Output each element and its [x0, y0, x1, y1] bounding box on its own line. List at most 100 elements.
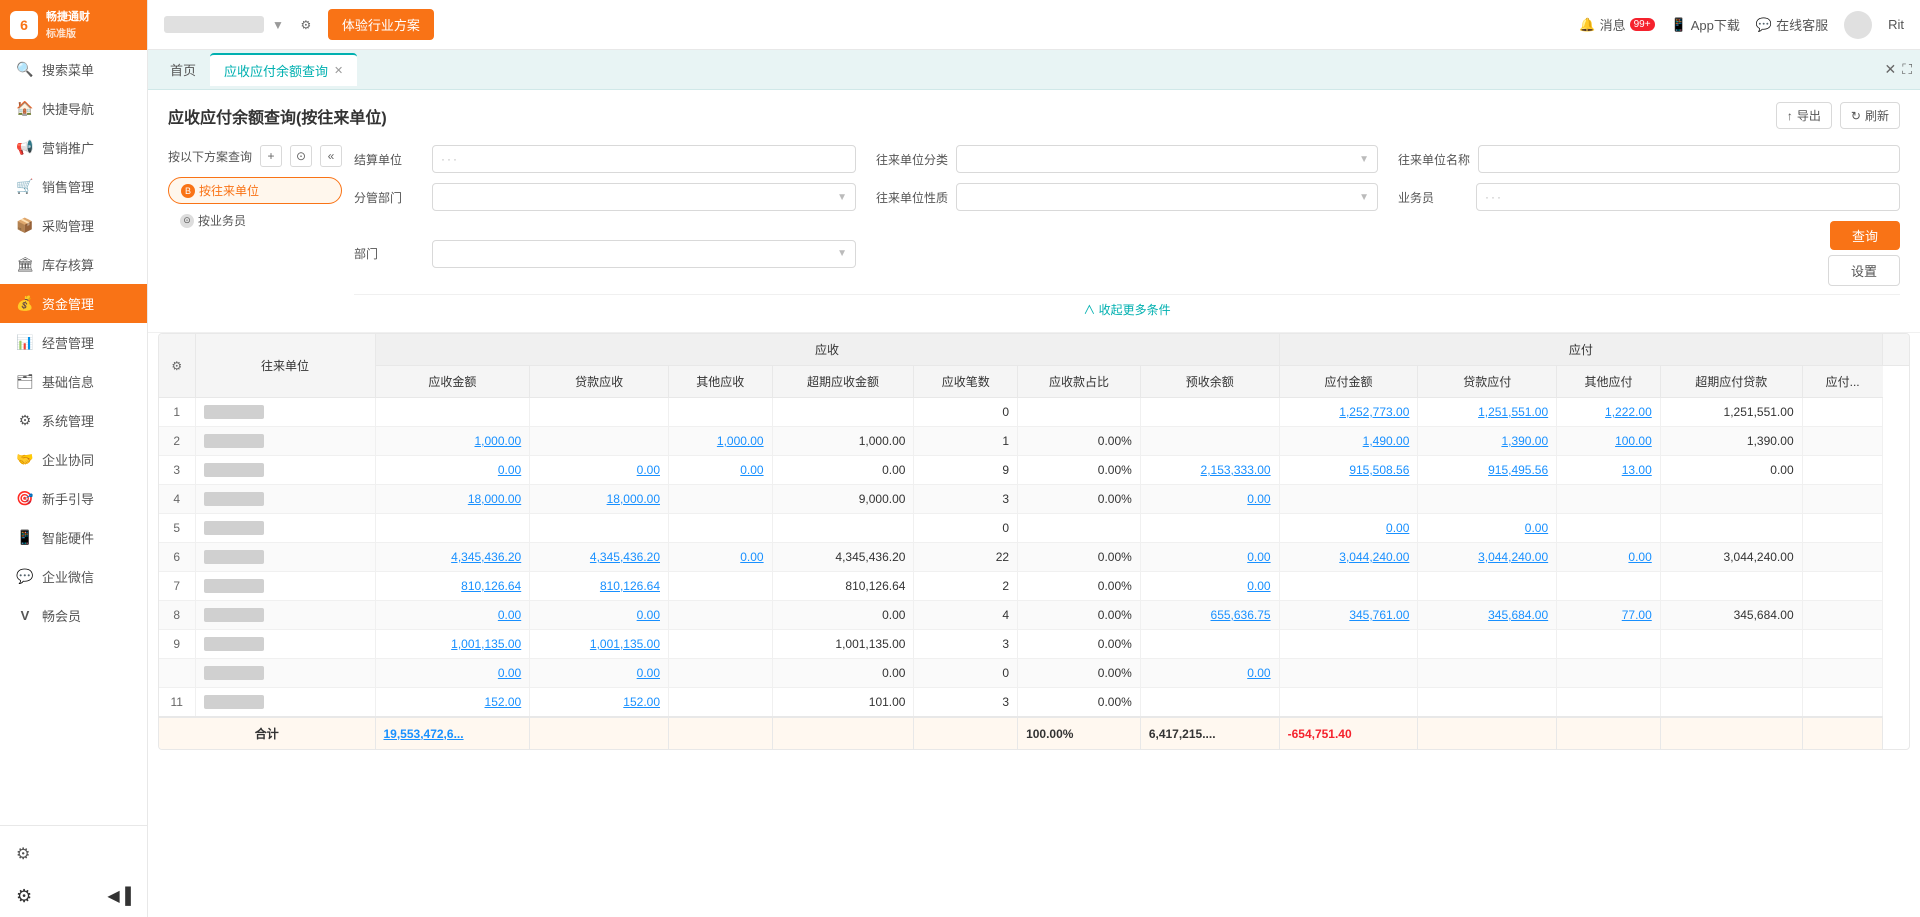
online-service-btn[interactable]: 💬 在线客服: [1756, 15, 1828, 34]
cell-partner: [195, 427, 375, 456]
filter-option-by-unit[interactable]: B 按往来单位: [168, 177, 342, 204]
by-staff-icon: ⊙: [180, 214, 194, 228]
dept-input[interactable]: ▼: [432, 240, 856, 268]
user-avatar[interactable]: [1844, 11, 1872, 39]
sidebar-item-search-menu[interactable]: 🔍 搜索菜单: [0, 50, 147, 89]
cell-overdue-rec: 0.00: [772, 659, 914, 688]
cell-overdue-pay: [1660, 659, 1802, 688]
cell-loan-pay: 3,044,240.00: [1418, 543, 1557, 572]
filter-option-by-staff[interactable]: ⊙ 按业务员: [168, 208, 342, 233]
sidebar-item-smart[interactable]: 📱 智能硬件: [0, 518, 147, 557]
tab-receivable[interactable]: 应收应付余额查询 ✕: [210, 53, 357, 86]
table-row: 0.00 0.00 0.00 0 0.00% 0.00: [159, 659, 1909, 688]
cell-loan-pay: [1418, 485, 1557, 514]
sidebar-settings-btn[interactable]: ⚙: [16, 886, 32, 907]
tab-close-window-icon[interactable]: ✕: [1884, 61, 1896, 78]
cell-rec-amt: 0.00: [375, 659, 530, 688]
sidebar-item-finance[interactable]: 💰 资金管理: [0, 284, 147, 323]
sidebar-item-business[interactable]: 📊 经营管理: [0, 323, 147, 362]
sidebar-item-sales[interactable]: 🛒 销售管理: [0, 167, 147, 206]
settlement-unit-input[interactable]: ···: [432, 145, 856, 173]
filter-unit-nature: 往来单位性质 ▼: [876, 183, 1378, 211]
th-partner: 往来单位: [195, 334, 375, 398]
sidebar-item-member[interactable]: V 畅会员: [0, 596, 147, 635]
add-filter-icon[interactable]: +: [260, 145, 282, 167]
settings-filter-icon[interactable]: ⊙: [290, 145, 312, 167]
notifications-btn[interactable]: 🔔 消息 99+: [1579, 15, 1654, 34]
tabbar: 首页 应收应付余额查询 ✕ ✕ ⛶: [148, 50, 1920, 90]
sidebar-item-basic[interactable]: 🗂 基础信息: [0, 362, 147, 401]
cell-num: 9: [159, 630, 195, 659]
sidebar-item-quick-nav[interactable]: 🏠 快捷导航: [0, 89, 147, 128]
table-footer-row: 合计 19,553,472,6... 100.00% 6,417,215....…: [159, 717, 1909, 749]
cell-rec-count: 3: [914, 688, 1018, 718]
sidebar-item-inventory[interactable]: 🏛 库存核算: [0, 245, 147, 284]
filter-dept: 部门 ▼: [354, 221, 856, 286]
cell-overdue-pay: [1660, 630, 1802, 659]
cell-other-pay: [1557, 485, 1661, 514]
salesperson-input[interactable]: ···: [1476, 183, 1900, 211]
sidebar-item-guide[interactable]: 🎯 新手引导: [0, 479, 147, 518]
collapse-bar[interactable]: ∧ 收起更多条件: [354, 294, 1900, 324]
purchase-icon: 📦: [16, 217, 34, 235]
tab-close-icon[interactable]: ✕: [334, 64, 343, 77]
th-rec-count: 应收笔数: [914, 366, 1018, 398]
cell-overdue-pay: [1660, 688, 1802, 718]
sidebar-item-marketing[interactable]: 📢 营销推广: [0, 128, 147, 167]
cell-other-pay: [1557, 659, 1661, 688]
sidebar-collapse-btn[interactable]: ◀▐: [107, 886, 131, 907]
filter-header: 按以下方案查询 + ⊙ «: [168, 145, 342, 167]
footer-pay-amt: -654,751.40: [1279, 717, 1418, 749]
sidebar-footer-settings[interactable]: ⚙: [0, 836, 147, 872]
tab-home[interactable]: 首页: [156, 54, 210, 85]
cell-partner: [195, 398, 375, 427]
export-button[interactable]: ↑ 导出: [1776, 102, 1832, 129]
table-row: 1 0 1,252,773.00 1,251,551.00 1,222.00 1…: [159, 398, 1909, 427]
home-icon: 🏠: [16, 100, 34, 118]
cell-pay-amt: 345,761.00: [1279, 601, 1418, 630]
cell-num: 8: [159, 601, 195, 630]
search-icon: 🔍: [16, 61, 34, 79]
footer-other-pay: [1557, 717, 1661, 749]
sidebar-item-enterprise[interactable]: 🤝 企业协同: [0, 440, 147, 479]
app-download-btn[interactable]: 📱 App下载: [1671, 15, 1740, 34]
sidebar-item-system[interactable]: ⚙ 系统管理: [0, 401, 147, 440]
sidebar-item-wechat[interactable]: 💬 企业微信: [0, 557, 147, 596]
unit-category-input[interactable]: ▼: [956, 145, 1378, 173]
cell-rec-ratio: 0.00%: [1018, 659, 1141, 688]
tab-maximize-icon[interactable]: ⛶: [1902, 61, 1912, 78]
setting-button[interactable]: 设置: [1828, 255, 1900, 286]
cell-pay-suf: [1802, 514, 1883, 543]
cell-rec-ratio: [1018, 398, 1141, 427]
marketing-icon: 📢: [16, 139, 34, 157]
cell-pay-suf: [1802, 572, 1883, 601]
cell-loan-pay: 345,684.00: [1418, 601, 1557, 630]
promo-button[interactable]: 体验行业方案: [328, 9, 434, 40]
cell-loan-rec: 0.00: [530, 601, 669, 630]
cell-rec-amt: 18,000.00: [375, 485, 530, 514]
cell-loan-rec: 152.00: [530, 688, 669, 718]
unit-nature-input[interactable]: ▼: [956, 183, 1378, 211]
business-icon: 📊: [16, 334, 34, 352]
dropdown-icon[interactable]: ▼: [272, 18, 284, 32]
cell-overdue-pay: 1,251,551.00: [1660, 398, 1802, 427]
cell-rec-ratio: 0.00%: [1018, 688, 1141, 718]
cell-num: 4: [159, 485, 195, 514]
cell-other-pay: 0.00: [1557, 543, 1661, 572]
th-adv-bal: 预收余额: [1140, 366, 1279, 398]
query-button[interactable]: 查询: [1830, 221, 1900, 250]
gear-settings-icon[interactable]: ⚙: [292, 11, 320, 39]
cell-rec-amt: [375, 398, 530, 427]
topbar-left: 公司名称 ▼ ⚙ 体验行业方案: [164, 9, 434, 40]
table-row: 6 4,345,436.20 4,345,436.20 0.00 4,345,4…: [159, 543, 1909, 572]
cell-other-pay: 13.00: [1557, 456, 1661, 485]
dept-head-input[interactable]: ▼: [432, 183, 856, 211]
cell-num: 11: [159, 688, 195, 718]
gear-icon: ⚙: [16, 844, 30, 864]
unit-name-input[interactable]: [1478, 145, 1900, 173]
refresh-button[interactable]: ↻ 刷新: [1840, 102, 1900, 129]
table-settings-icon[interactable]: ⚙: [171, 359, 182, 373]
cell-pay-suf: [1802, 688, 1883, 718]
collapse-filter-icon[interactable]: «: [320, 145, 342, 167]
sidebar-item-purchase[interactable]: 📦 采购管理: [0, 206, 147, 245]
